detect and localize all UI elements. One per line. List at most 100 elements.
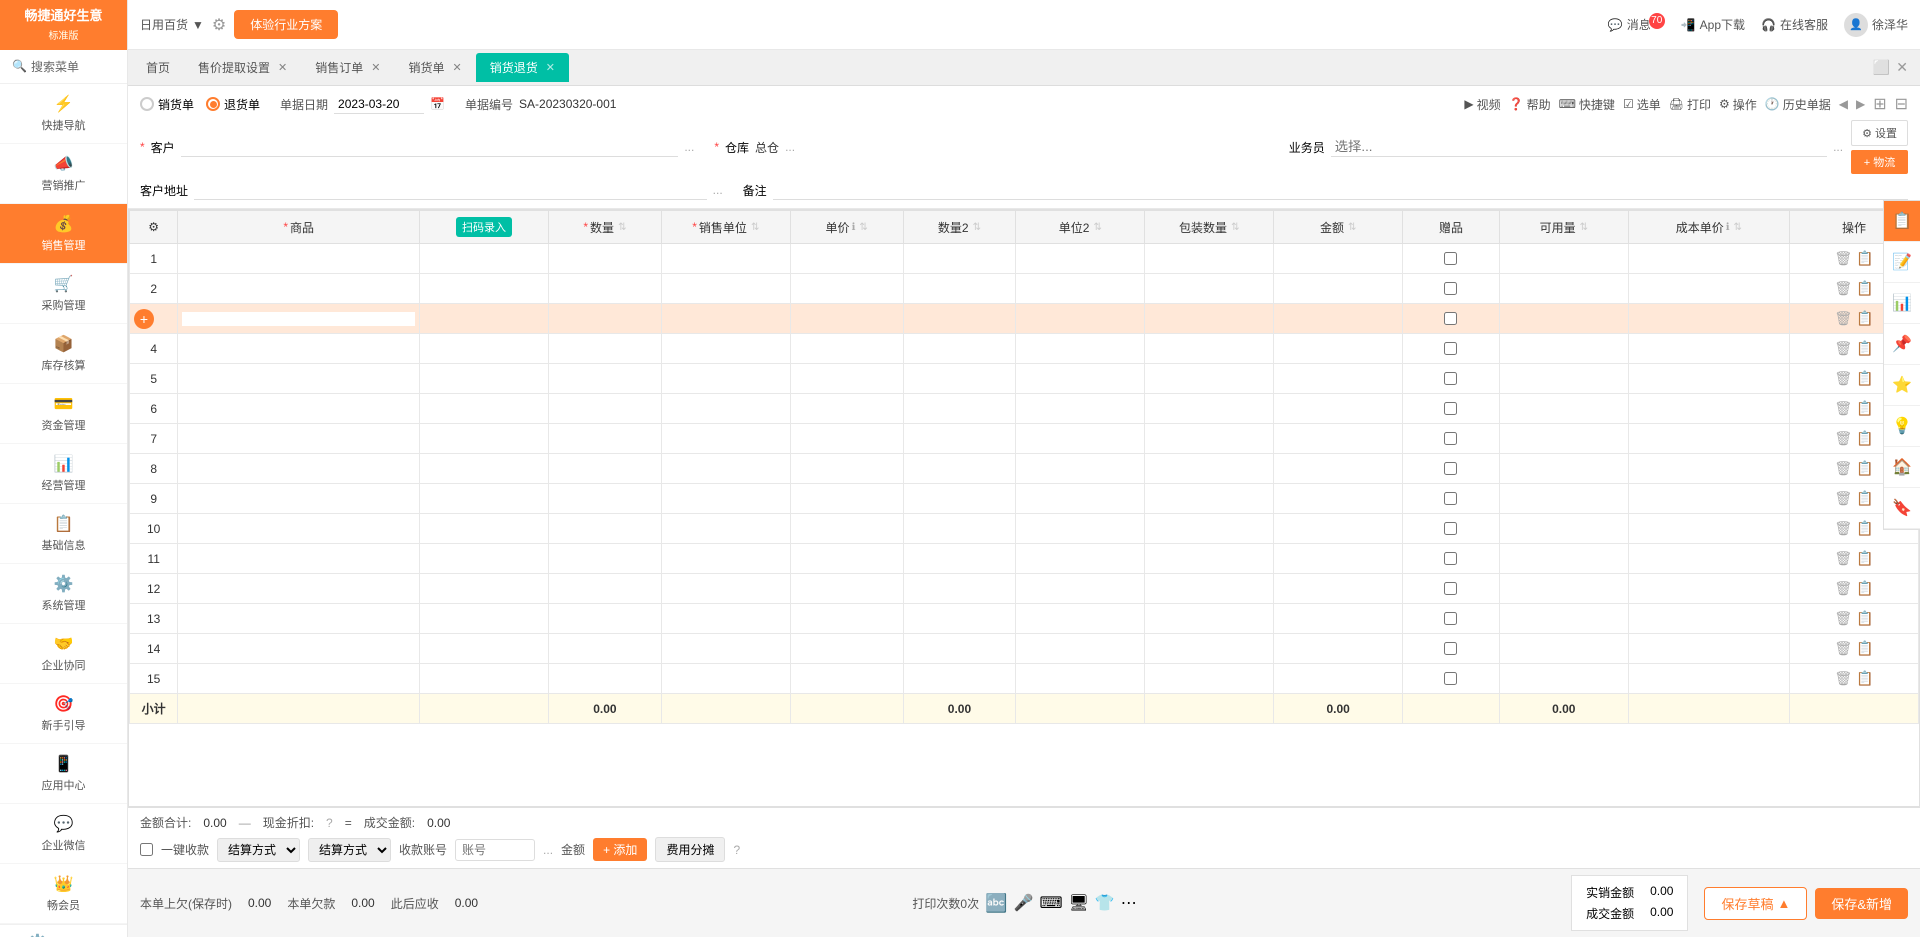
price-cell-14[interactable]: [790, 634, 903, 664]
gift-checkbox-13[interactable]: [1444, 612, 1457, 625]
qty2-cell-11[interactable]: [903, 544, 1016, 574]
pkgqty-cell-11[interactable]: [1145, 544, 1274, 574]
costprice-cell-14[interactable]: [1628, 634, 1789, 664]
delete-row-btn-2[interactable]: 🗑: [1834, 280, 1852, 297]
costprice-cell-8[interactable]: [1628, 454, 1789, 484]
address-picker[interactable]: ...: [713, 183, 723, 197]
qty-cell-3[interactable]: [549, 304, 662, 334]
qty2-cell-12[interactable]: [903, 574, 1016, 604]
price-cell-11[interactable]: [790, 544, 903, 574]
unit2-cell-9[interactable]: [1016, 484, 1145, 514]
sidebar-item-apps[interactable]: 📱 应用中心: [0, 744, 127, 804]
gift-checkbox-8[interactable]: [1444, 462, 1457, 475]
price-cell-1[interactable]: [790, 244, 903, 274]
toolbar-operate[interactable]: ⚙ 操作: [1719, 96, 1757, 113]
delete-row-btn-11[interactable]: 🗑: [1834, 550, 1852, 567]
product-cell-13[interactable]: [178, 604, 420, 634]
tab-sale-return[interactable]: 销货退货 ✕: [476, 53, 569, 82]
avail-cell-9[interactable]: [1499, 484, 1628, 514]
unit-cell-3[interactable]: [661, 304, 790, 334]
pkgqty-cell-13[interactable]: [1145, 604, 1274, 634]
price-cell-10[interactable]: [790, 514, 903, 544]
amount-cell-9[interactable]: [1274, 484, 1403, 514]
radio-sale[interactable]: 销货单: [140, 96, 194, 113]
amount-cell-4[interactable]: [1274, 334, 1403, 364]
gift-checkbox-11[interactable]: [1444, 552, 1457, 565]
qty-cell-12[interactable]: [549, 574, 662, 604]
qty2-cell-7[interactable]: [903, 424, 1016, 454]
tab-sale-order[interactable]: 销售订单 ✕: [301, 53, 394, 82]
unit-cell-15[interactable]: [661, 664, 790, 694]
product-input[interactable]: [182, 312, 415, 326]
settle-method-select[interactable]: 结算方式: [217, 838, 300, 862]
sidebar-item-basic[interactable]: 📋 基础信息: [0, 504, 127, 564]
amount-cell-12[interactable]: [1274, 574, 1403, 604]
fee-help-icon[interactable]: ?: [733, 843, 740, 857]
product-cell-4[interactable]: [178, 334, 420, 364]
address-input[interactable]: [194, 180, 707, 200]
gift-checkbox-14[interactable]: [1444, 642, 1457, 655]
pkgqty-cell-14[interactable]: [1145, 634, 1274, 664]
costprice-cell-5[interactable]: [1628, 364, 1789, 394]
price-cell-7[interactable]: [790, 424, 903, 454]
add-row-btn[interactable]: +: [134, 309, 154, 329]
delete-row-btn-5[interactable]: 🗑: [1834, 370, 1852, 387]
gift-checkbox-3[interactable]: [1444, 312, 1457, 325]
keyboard-icon2[interactable]: ⌨: [1039, 893, 1062, 913]
unit-cell-5[interactable]: [661, 364, 790, 394]
barcode-cell-8[interactable]: [420, 454, 549, 484]
qty-cell-8[interactable]: [549, 454, 662, 484]
delete-row-btn-12[interactable]: 🗑: [1834, 580, 1852, 597]
avail-cell-11[interactable]: [1499, 544, 1628, 574]
avail-cell-3[interactable]: [1499, 304, 1628, 334]
unit-cell-14[interactable]: [661, 634, 790, 664]
unit2-cell-15[interactable]: [1016, 664, 1145, 694]
delete-row-btn-7[interactable]: 🗑: [1834, 430, 1852, 447]
costprice-cell-15[interactable]: [1628, 664, 1789, 694]
fee-split-btn[interactable]: 费用分摊: [655, 837, 725, 862]
pkgqty-cell-15[interactable]: [1145, 664, 1274, 694]
price-cell-4[interactable]: [790, 334, 903, 364]
ellipsis-icon[interactable]: ...: [543, 843, 553, 857]
price-cell-15[interactable]: [790, 664, 903, 694]
gift-checkbox-15[interactable]: [1444, 672, 1457, 685]
costprice-cell-3[interactable]: [1628, 304, 1789, 334]
date-input[interactable]: [334, 95, 424, 114]
qty-cell-9[interactable]: [549, 484, 662, 514]
pkgqty-cell-1[interactable]: [1145, 244, 1274, 274]
tab-home[interactable]: 首页: [132, 53, 184, 82]
sidebar-item-finance[interactable]: 💳 资金管理: [0, 384, 127, 444]
avail-cell-10[interactable]: [1499, 514, 1628, 544]
unit-cell-2[interactable]: [661, 274, 790, 304]
avail-cell-14[interactable]: [1499, 634, 1628, 664]
price-cell-12[interactable]: [790, 574, 903, 604]
customer-input[interactable]: [181, 137, 679, 157]
mic-icon[interactable]: 🎤: [1014, 893, 1034, 913]
product-cell-5[interactable]: [178, 364, 420, 394]
nav-next-icon[interactable]: ▶: [1856, 97, 1865, 111]
unit-cell-10[interactable]: [661, 514, 790, 544]
copy-row-btn-3[interactable]: 📋: [1856, 310, 1873, 327]
copy-row-btn-12[interactable]: 📋: [1856, 580, 1873, 597]
gift-checkbox-1[interactable]: [1444, 252, 1457, 265]
price-cell-8[interactable]: [790, 454, 903, 484]
unit-cell-1[interactable]: [661, 244, 790, 274]
avail-cell-5[interactable]: [1499, 364, 1628, 394]
gift-checkbox-9[interactable]: [1444, 492, 1457, 505]
avail-cell-2[interactable]: [1499, 274, 1628, 304]
copy-row-btn-7[interactable]: 📋: [1856, 430, 1873, 447]
qty-cell-5[interactable]: [549, 364, 662, 394]
unit-cell-9[interactable]: [661, 484, 790, 514]
costprice-cell-9[interactable]: [1628, 484, 1789, 514]
copy-row-btn-10[interactable]: 📋: [1856, 520, 1873, 537]
qty-cell-10[interactable]: [549, 514, 662, 544]
product-cell-9[interactable]: [178, 484, 420, 514]
right-icon-6[interactable]: 💡: [1884, 406, 1920, 447]
unit2-cell-3[interactable]: [1016, 304, 1145, 334]
price-cell-2[interactable]: [790, 274, 903, 304]
pkgqty-cell-9[interactable]: [1145, 484, 1274, 514]
amount-cell-2[interactable]: [1274, 274, 1403, 304]
toolbar-history[interactable]: 🕐 历史单据: [1765, 96, 1831, 113]
collapse-icon[interactable]: ◀: [87, 933, 99, 937]
nav-prev-icon[interactable]: ◀: [1839, 97, 1848, 111]
